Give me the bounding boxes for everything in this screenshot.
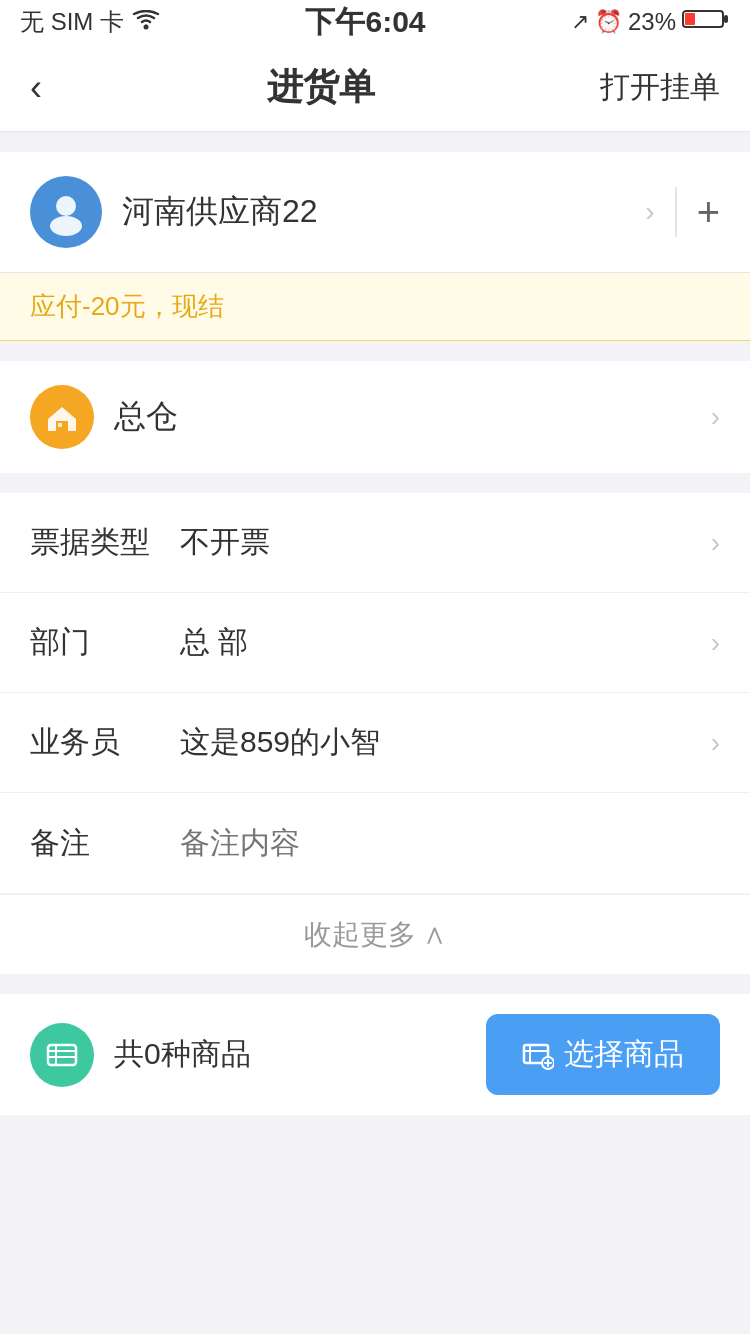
- alarm-icon: ⏰: [595, 9, 622, 35]
- open-pending-button[interactable]: 打开挂单: [600, 67, 720, 108]
- wifi-icon: [132, 8, 160, 36]
- invoice-type-row[interactable]: 票据类型 不开票 ›: [0, 493, 750, 593]
- bottom-bar: 共0种商品 选择商品: [0, 994, 750, 1115]
- department-value: 总 部: [160, 622, 701, 663]
- notice-text: 应付-20元，现结: [30, 291, 224, 321]
- salesperson-value: 这是859的小智: [160, 722, 701, 763]
- status-carrier: 无 SIM 卡: [20, 6, 160, 38]
- status-time: 下午6:04: [305, 2, 425, 43]
- carrier-text: 无 SIM 卡: [20, 6, 124, 38]
- salesperson-row[interactable]: 业务员 这是859的小智 ›: [0, 693, 750, 793]
- svg-rect-3: [685, 13, 695, 25]
- department-row[interactable]: 部门 总 部 ›: [0, 593, 750, 693]
- warehouse-name: 总仓: [114, 395, 701, 439]
- gap-2: [0, 341, 750, 361]
- invoice-type-value: 不开票: [160, 522, 701, 563]
- collapse-row[interactable]: 收起更多 ∧: [0, 894, 750, 974]
- add-supplier-button[interactable]: +: [697, 190, 720, 235]
- nav-bar: ‹ 进货单 打开挂单: [0, 44, 750, 132]
- status-icons: ↗ ⏰ 23%: [571, 7, 730, 37]
- department-chevron-icon: ›: [711, 627, 720, 659]
- svg-rect-2: [724, 15, 728, 23]
- page-title: 进货单: [267, 63, 375, 112]
- select-product-button[interactable]: 选择商品: [486, 1014, 720, 1095]
- svg-rect-7: [58, 423, 62, 427]
- svg-point-0: [144, 25, 149, 30]
- remark-row[interactable]: 备注: [0, 793, 750, 893]
- select-product-label: 选择商品: [564, 1034, 684, 1075]
- supplier-row: 河南供应商22 › +: [0, 152, 750, 273]
- warehouse-icon: [30, 385, 94, 449]
- svg-rect-8: [48, 1045, 76, 1065]
- remark-label: 备注: [30, 823, 160, 864]
- invoice-type-chevron-icon: ›: [711, 527, 720, 559]
- warehouse-row[interactable]: 总仓 ›: [0, 361, 750, 473]
- warehouse-chevron-icon: ›: [711, 401, 720, 433]
- supplier-divider: [675, 187, 677, 237]
- remark-input[interactable]: [160, 826, 720, 860]
- supplier-chevron-icon: ›: [645, 196, 654, 228]
- battery-icon: [682, 7, 730, 37]
- collapse-label: 收起更多 ∧: [304, 916, 447, 954]
- svg-point-4: [56, 196, 76, 216]
- notice-bar: 应付-20元，现结: [0, 273, 750, 341]
- location-icon: ↗: [571, 9, 589, 35]
- warehouse-card: 总仓 ›: [0, 361, 750, 473]
- salesperson-chevron-icon: ›: [711, 727, 720, 759]
- supplier-avatar: [30, 176, 102, 248]
- supplier-card: 河南供应商22 › + 应付-20元，现结: [0, 152, 750, 341]
- status-bar: 无 SIM 卡 下午6:04 ↗ ⏰ 23%: [0, 0, 750, 44]
- form-card: 票据类型 不开票 › 部门 总 部 › 业务员 这是859的小智 › 备注: [0, 493, 750, 893]
- product-icon: [30, 1023, 94, 1087]
- salesperson-label: 业务员: [30, 722, 160, 763]
- back-button[interactable]: ‹: [30, 67, 42, 109]
- department-label: 部门: [30, 622, 160, 663]
- battery-text: 23%: [628, 8, 676, 36]
- svg-point-5: [50, 216, 82, 236]
- gap-1: [0, 132, 750, 152]
- invoice-type-label: 票据类型: [30, 522, 160, 563]
- supplier-name[interactable]: 河南供应商22: [122, 190, 635, 234]
- product-count: 共0种商品: [114, 1034, 466, 1075]
